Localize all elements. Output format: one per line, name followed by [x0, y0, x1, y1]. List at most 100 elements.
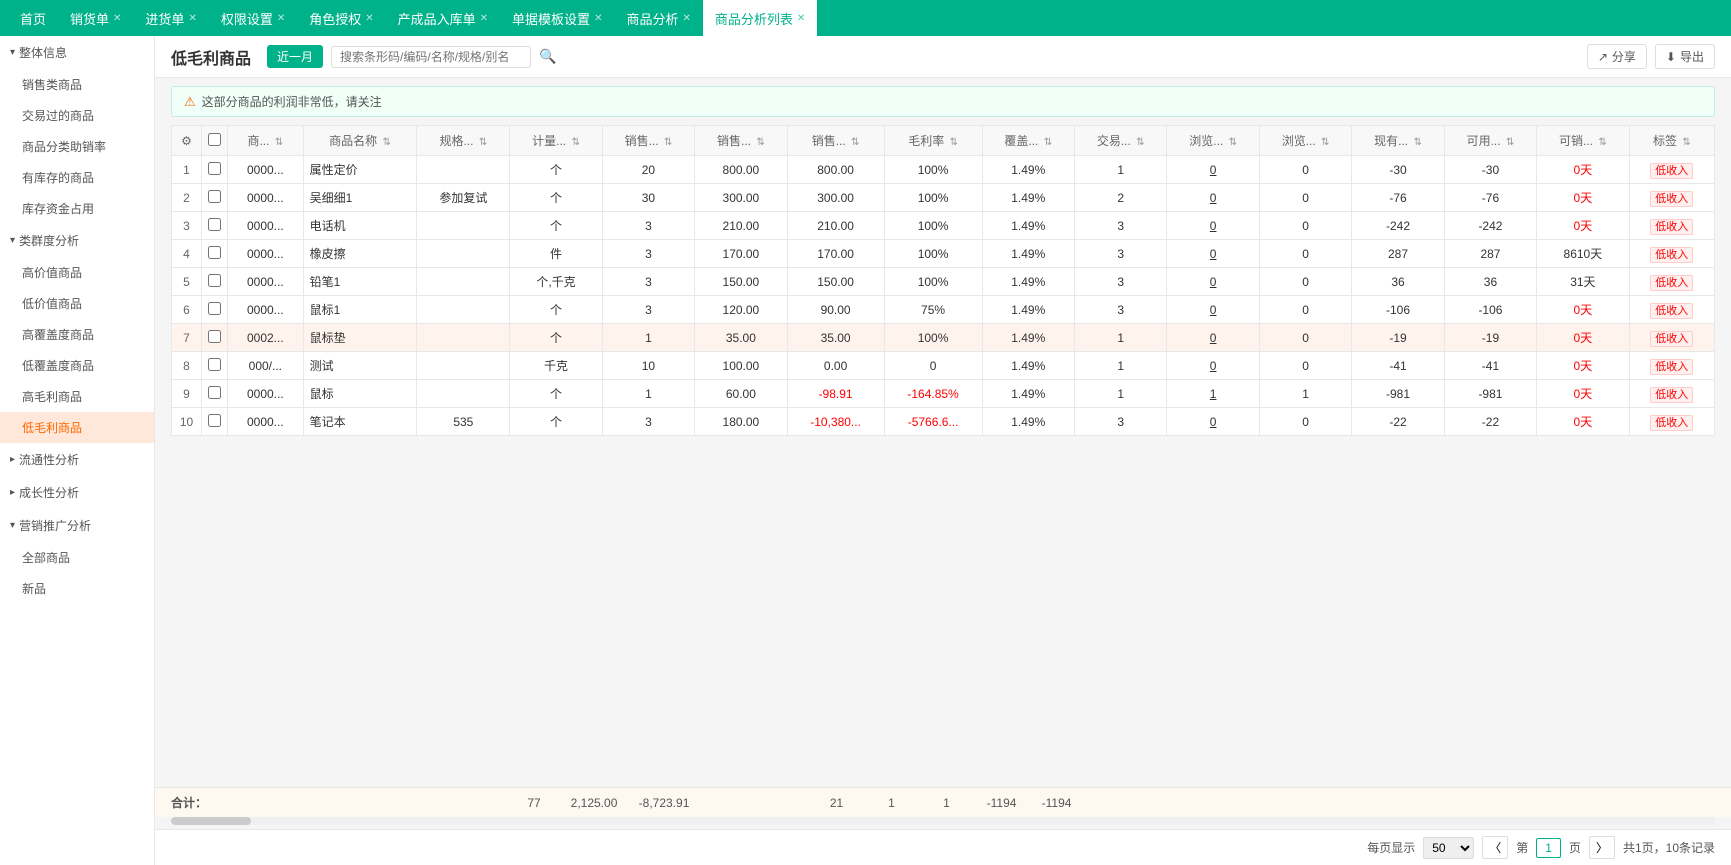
sidebar-group-marketing[interactable]: ▾ 营销推广分析 [0, 509, 154, 542]
row-browse1[interactable]: 0 [1167, 156, 1259, 184]
row-code: 000/... [228, 352, 304, 380]
nav-template-settings[interactable]: 单据模板设置 ✕ [500, 0, 614, 36]
row-checkbox[interactable] [202, 380, 228, 408]
nav-goods-analysis-list[interactable]: 商品分析列表 ✕ [703, 0, 817, 36]
table-footer: 合计： 77 2,125.00 -8,723.91 21 1 1 -1194 -… [155, 787, 1731, 817]
nav-product-entry-close[interactable]: ✕ [480, 13, 488, 24]
row-checkbox[interactable] [202, 184, 228, 212]
scrollbar-thumb[interactable] [171, 817, 251, 825]
row-sales-price: 210.00 [695, 212, 787, 240]
col-unit[interactable]: 计量... ⇅ [510, 126, 602, 156]
export-button[interactable]: ⬇ 导出 [1655, 44, 1715, 69]
sidebar-item-traded-goods[interactable]: 交易过的商品 [0, 100, 154, 131]
sidebar-item-new-goods[interactable]: 新品 [0, 573, 154, 604]
row-browse1[interactable]: 0 [1167, 352, 1259, 380]
prev-page-button[interactable]: 〈 [1482, 836, 1508, 859]
col-sales-qty[interactable]: 销售... ⇅ [602, 126, 694, 156]
nav-template-settings-close[interactable]: ✕ [594, 13, 602, 24]
col-name[interactable]: 商品名称 ⇅ [303, 126, 417, 156]
row-trade: 1 [1074, 324, 1166, 352]
nav-permission[interactable]: 权限设置 ✕ [209, 0, 297, 36]
row-browse1[interactable]: 0 [1167, 408, 1259, 436]
nav-purchase-order-close[interactable]: ✕ [188, 13, 196, 24]
row-checkbox[interactable] [202, 408, 228, 436]
row-browse1[interactable]: 0 [1167, 212, 1259, 240]
nav-home[interactable]: 首页 [8, 0, 58, 36]
sidebar-group-liquidity[interactable]: ▸ 流通性分析 [0, 443, 154, 476]
nav-goods-analysis-close[interactable]: ✕ [682, 13, 690, 24]
col-coverage[interactable]: 覆盖... ⇅ [982, 126, 1074, 156]
row-sales-qty: 3 [602, 212, 694, 240]
nav-purchase-order[interactable]: 进货单 ✕ [133, 0, 208, 36]
sidebar-item-low-value[interactable]: 低价值商品 [0, 288, 154, 319]
col-tag[interactable]: 标签 ⇅ [1629, 126, 1714, 156]
horizontal-scrollbar[interactable] [171, 817, 1715, 825]
sidebar-item-category-rate[interactable]: 商品分类助销率 [0, 131, 154, 162]
col-available[interactable]: 可用... ⇅ [1444, 126, 1536, 156]
nav-role-auth-close[interactable]: ✕ [365, 13, 373, 24]
col-gross-margin[interactable]: 毛利率 ⇅ [884, 126, 982, 156]
row-checkbox[interactable] [202, 212, 228, 240]
row-checkbox[interactable] [202, 240, 228, 268]
col-code[interactable]: 商... ⇅ [228, 126, 304, 156]
nav-goods-analysis[interactable]: 商品分析 ✕ [614, 0, 702, 36]
row-browse1[interactable]: 0 [1167, 296, 1259, 324]
nav-sales-order-close[interactable]: ✕ [113, 13, 121, 24]
nav-product-entry[interactable]: 产成品入库单 ✕ [386, 0, 500, 36]
col-browse2[interactable]: 浏览... ⇅ [1259, 126, 1351, 156]
nav-goods-analysis-list-close[interactable]: ✕ [797, 13, 805, 24]
nav-sales-order[interactable]: 销货单 ✕ [58, 0, 133, 36]
col-sales-price[interactable]: 销售... ⇅ [695, 126, 787, 156]
row-checkbox[interactable] [202, 156, 228, 184]
col-browse1[interactable]: 浏览... ⇅ [1167, 126, 1259, 156]
sidebar-item-high-coverage[interactable]: 高覆盖度商品 [0, 319, 154, 350]
time-filter-button[interactable]: 近一月 [267, 45, 323, 68]
per-page-select[interactable]: 50 100 200 [1423, 837, 1474, 859]
row-browse1[interactable]: 0 [1167, 268, 1259, 296]
row-sales-price: 120.00 [695, 296, 787, 324]
row-browse1[interactable]: 0 [1167, 184, 1259, 212]
row-code: 0000... [228, 296, 304, 324]
sidebar-item-low-coverage[interactable]: 低覆盖度商品 [0, 350, 154, 381]
nav-permission-close[interactable]: ✕ [277, 13, 285, 24]
row-spec [417, 352, 510, 380]
row-spec [417, 212, 510, 240]
row-sales-qty: 3 [602, 240, 694, 268]
sidebar-item-stocked-goods[interactable]: 有库存的商品 [0, 162, 154, 193]
row-browse1[interactable]: 0 [1167, 324, 1259, 352]
row-checkbox[interactable] [202, 296, 228, 324]
search-input[interactable] [331, 46, 531, 68]
chevron-down-icon-2: ▾ [10, 235, 15, 246]
col-settings[interactable]: ⚙ [172, 126, 202, 156]
row-browse1[interactable]: 0 [1167, 240, 1259, 268]
sidebar-group-cluster[interactable]: ▾ 类群度分析 [0, 224, 154, 257]
row-name: 电话机 [303, 212, 417, 240]
col-current[interactable]: 现有... ⇅ [1352, 126, 1444, 156]
row-sellable: 0天 [1537, 408, 1629, 436]
row-num: 2 [172, 184, 202, 212]
col-sales-amount[interactable]: 销售... ⇅ [787, 126, 884, 156]
footer-sales-price: 2,125.00 [559, 796, 629, 810]
nav-role-auth[interactable]: 角色授权 ✕ [297, 0, 385, 36]
row-checkbox[interactable] [202, 352, 228, 380]
select-all-checkbox[interactable] [208, 133, 221, 146]
search-button[interactable]: 🔍 [539, 48, 556, 65]
sidebar-group-overall[interactable]: ▾ 整体信息 [0, 36, 154, 69]
sidebar-item-sales-goods[interactable]: 销售类商品 [0, 69, 154, 100]
row-browse1[interactable]: 1 [1167, 380, 1259, 408]
next-page-button[interactable]: 〉 [1589, 836, 1615, 859]
row-checkbox[interactable] [202, 324, 228, 352]
row-checkbox[interactable] [202, 268, 228, 296]
sidebar-group-growth[interactable]: ▸ 成长性分析 [0, 476, 154, 509]
col-sellable[interactable]: 可销... ⇅ [1537, 126, 1629, 156]
sidebar-item-low-margin[interactable]: 低毛利商品 [0, 412, 154, 443]
sidebar-item-high-value[interactable]: 高价值商品 [0, 257, 154, 288]
col-trade[interactable]: 交易... ⇅ [1074, 126, 1166, 156]
sidebar-item-capital[interactable]: 库存资金占用 [0, 193, 154, 224]
share-button[interactable]: ↗ 分享 [1587, 44, 1647, 69]
row-spec: 535 [417, 408, 510, 436]
sidebar-item-high-margin[interactable]: 高毛利商品 [0, 381, 154, 412]
sidebar-item-all-goods[interactable]: 全部商品 [0, 542, 154, 573]
table-row: 3 0000... 电话机 个 3 210.00 210.00 100% 1.4… [172, 212, 1715, 240]
col-spec[interactable]: 规格... ⇅ [417, 126, 510, 156]
